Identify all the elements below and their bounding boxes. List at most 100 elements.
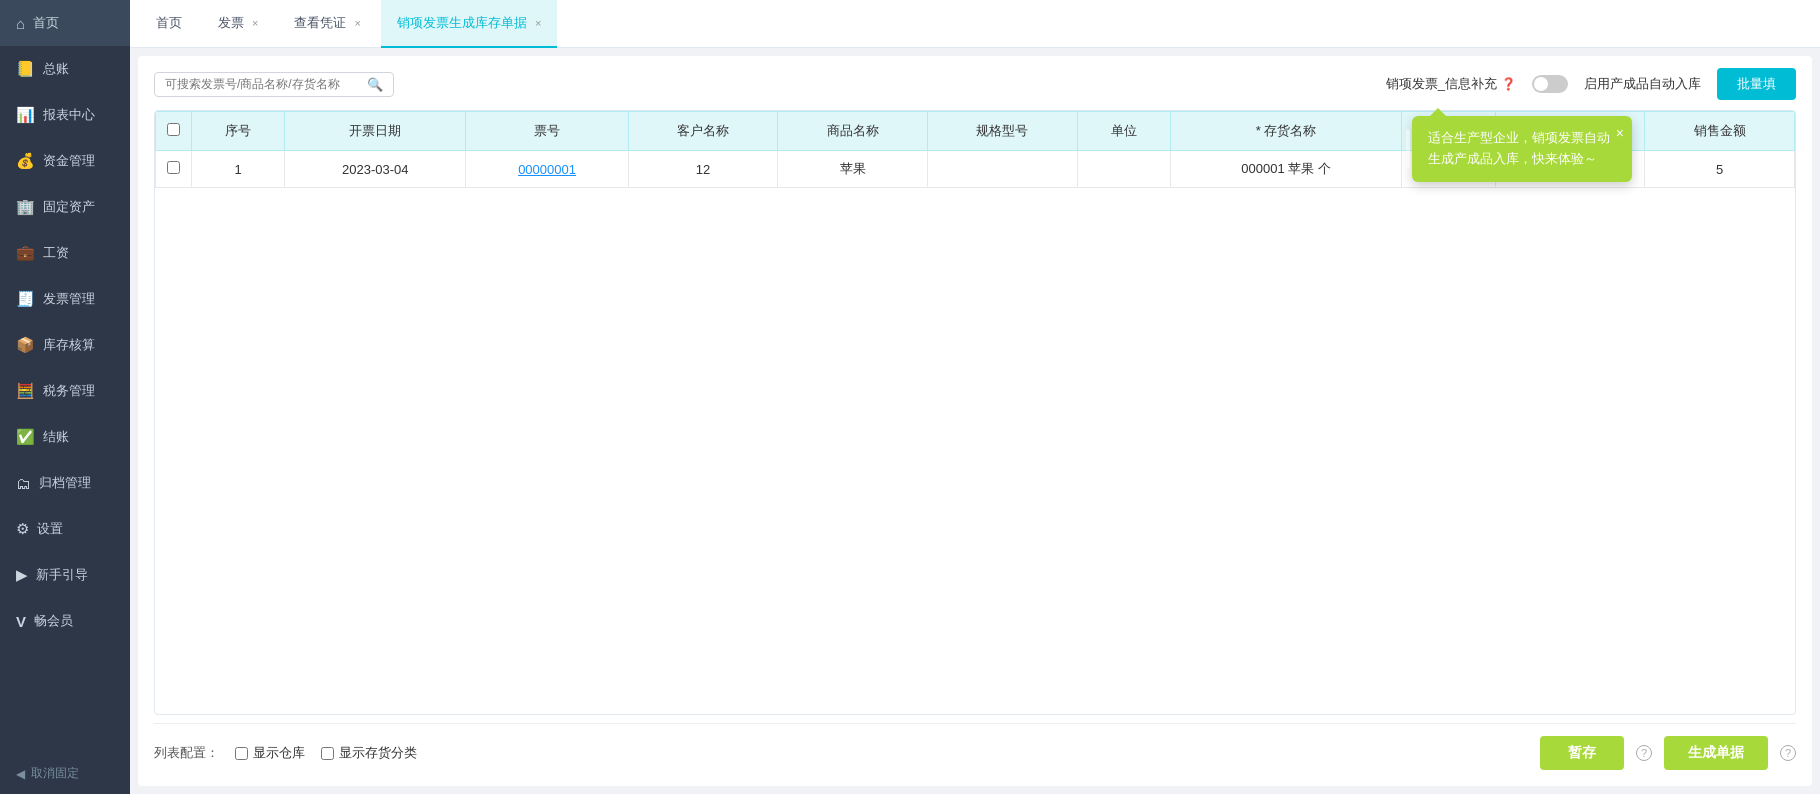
info-label: 销项发票_信息补充 ❓ [1386, 75, 1516, 93]
sidebar-item-settings[interactable]: ⚙ 设置 [0, 506, 130, 552]
row-number[interactable]: 00000001 [466, 151, 628, 188]
th-unit: 单位 [1077, 112, 1170, 151]
info-label-text: 销项发票_信息补充 [1386, 75, 1497, 93]
sidebar-item-label: 总账 [43, 60, 69, 78]
sidebar-item-label: 畅会员 [34, 612, 73, 630]
th-product: 商品名称 [778, 112, 928, 151]
sidebar-item-tax[interactable]: 🧮 税务管理 [0, 368, 130, 414]
vip-icon: V [16, 613, 26, 630]
sidebar-item-label: 发票管理 [43, 290, 95, 308]
home-icon: ⌂ [16, 15, 25, 32]
sidebar-item-label: 税务管理 [43, 382, 95, 400]
row-seq: 1 [192, 151, 285, 188]
sidebar: ⌂ 首页 📒 总账 📊 报表中心 💰 资金管理 🏢 固定资产 💼 工资 🧾 发票… [0, 0, 130, 794]
sidebar-item-payroll[interactable]: 💼 工资 [0, 230, 130, 276]
sidebar-item-ledger[interactable]: 📒 总账 [0, 46, 130, 92]
sidebar-item-settle[interactable]: ✅ 结账 [0, 414, 130, 460]
sidebar-item-label: 结账 [43, 428, 69, 446]
auto-toggle[interactable] [1532, 75, 1568, 93]
sidebar-footer-unpin[interactable]: ◀ 取消固定 [0, 753, 130, 794]
sidebar-item-reports[interactable]: 📊 报表中心 [0, 92, 130, 138]
row-product: 苹果 [778, 151, 928, 188]
tax-icon: 🧮 [16, 382, 35, 400]
show-warehouse-text: 显示仓库 [253, 744, 305, 762]
settings-icon: ⚙ [16, 520, 29, 538]
tab-stock-close[interactable]: × [535, 17, 541, 29]
row-amount: 5 [1645, 151, 1795, 188]
show-warehouse-checkbox[interactable] [235, 747, 248, 760]
th-number: 票号 [466, 112, 628, 151]
invoices-icon: 🧾 [16, 290, 35, 308]
row-checkbox[interactable] [167, 161, 180, 174]
info-help-icon[interactable]: ❓ [1501, 77, 1516, 91]
sidebar-item-label: 固定资产 [43, 198, 95, 216]
sidebar-item-inventory[interactable]: 📦 库存核算 [0, 322, 130, 368]
th-amount: 销售金额 [1645, 112, 1795, 151]
toolbar-row: 🔍 销项发票_信息补充 ❓ 启用产成品自动入库 批量填 [154, 68, 1796, 100]
sidebar-item-guide[interactable]: ▶ 新手引导 [0, 552, 130, 598]
row-date: 2023-03-04 [285, 151, 466, 188]
page-content: 🔍 销项发票_信息补充 ❓ 启用产成品自动入库 批量填 [138, 56, 1812, 786]
archive-icon: 🗂 [16, 475, 31, 492]
select-all-checkbox[interactable] [167, 123, 180, 136]
tooltip-close-icon[interactable]: × [1616, 122, 1624, 144]
tab-invoice-close[interactable]: × [252, 17, 258, 29]
inventory-icon: 📦 [16, 336, 35, 354]
row-spec [928, 151, 1078, 188]
save-help-icon[interactable]: ? [1636, 745, 1652, 761]
tab-stock[interactable]: 销项发票生成库存单据 × [381, 0, 557, 48]
tab-invoice[interactable]: 发票 × [202, 0, 274, 48]
tab-home[interactable]: 首页 [140, 0, 198, 48]
tab-stock-label: 销项发票生成库存单据 [397, 14, 527, 32]
th-date: 开票日期 [285, 112, 466, 151]
row-checkbox-cell[interactable] [156, 151, 192, 188]
tab-voucher-close[interactable]: × [354, 17, 360, 29]
row-unit [1077, 151, 1170, 188]
th-spec: 规格型号 [928, 112, 1078, 151]
payroll-icon: 💼 [16, 244, 35, 262]
sidebar-item-label: 工资 [43, 244, 69, 262]
tooltip-left-bar [1406, 129, 1410, 168]
show-category-checkbox[interactable] [321, 747, 334, 760]
unpin-icon: ◀ [16, 767, 25, 781]
funds-icon: 💰 [16, 152, 35, 170]
search-input[interactable] [165, 77, 367, 91]
sidebar-item-assets[interactable]: 🏢 固定资产 [0, 184, 130, 230]
reports-icon: 📊 [16, 106, 35, 124]
ledger-icon: 📒 [16, 60, 35, 78]
sidebar-item-label: 库存核算 [43, 336, 95, 354]
sidebar-item-label: 首页 [33, 14, 59, 32]
search-icon: 🔍 [367, 77, 383, 92]
footer-label: 取消固定 [31, 765, 79, 782]
sidebar-item-label: 资金管理 [43, 152, 95, 170]
search-box[interactable]: 🔍 [154, 72, 394, 97]
main-area: 首页 发票 × 查看凭证 × 销项发票生成库存单据 × 🔍 销项发票_信息补充 [130, 0, 1820, 794]
row-stock-name: 000001 苹果 个 [1171, 151, 1402, 188]
list-config-label: 列表配置： [154, 744, 219, 762]
generate-button[interactable]: 生成单据 [1664, 736, 1768, 770]
sidebar-item-label: 设置 [37, 520, 63, 538]
bottom-left: 列表配置： 显示仓库 显示存货分类 [154, 744, 417, 762]
show-warehouse-label[interactable]: 显示仓库 [235, 744, 305, 762]
sidebar-item-label: 归档管理 [39, 474, 91, 492]
sidebar-item-invoices[interactable]: 🧾 发票管理 [0, 276, 130, 322]
sidebar-item-home[interactable]: ⌂ 首页 [0, 0, 130, 46]
generate-help-icon[interactable]: ? [1780, 745, 1796, 761]
sidebar-item-label: 新手引导 [36, 566, 88, 584]
show-category-label[interactable]: 显示存货分类 [321, 744, 417, 762]
auto-label-text: 启用产成品自动入库 [1584, 75, 1701, 93]
th-stock-name: * 存货名称 [1171, 112, 1402, 151]
batch-fill-button[interactable]: 批量填 [1717, 68, 1796, 100]
sidebar-item-vip[interactable]: V 畅会员 [0, 598, 130, 644]
th-checkbox [156, 112, 192, 151]
show-category-text: 显示存货分类 [339, 744, 417, 762]
sidebar-item-funds[interactable]: 💰 资金管理 [0, 138, 130, 184]
assets-icon: 🏢 [16, 198, 35, 216]
sidebar-item-archive[interactable]: 🗂 归档管理 [0, 460, 130, 506]
tab-voucher[interactable]: 查看凭证 × [278, 0, 376, 48]
guide-icon: ▶ [16, 566, 28, 584]
bottom-right: 暂存 ? 生成单据 ? [1540, 736, 1796, 770]
sidebar-item-label: 报表中心 [43, 106, 95, 124]
save-button[interactable]: 暂存 [1540, 736, 1624, 770]
tabs-bar: 首页 发票 × 查看凭证 × 销项发票生成库存单据 × [130, 0, 1820, 48]
